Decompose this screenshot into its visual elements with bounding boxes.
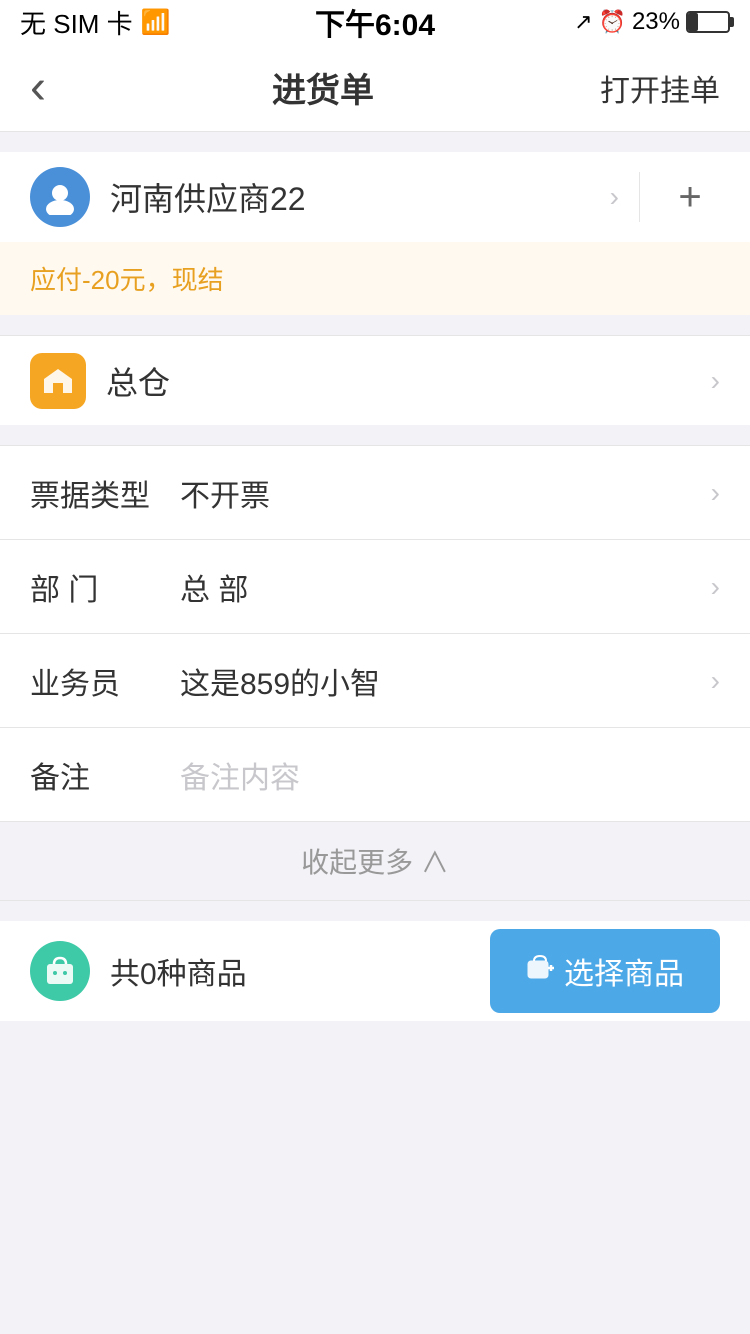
remark-input[interactable]: 备注内容 — [160, 753, 720, 797]
products-icon — [30, 941, 90, 1001]
form-section: 票据类型 不开票 › 部 门 总 部 › 业务员 这是859的小智 › 备注 备… — [0, 445, 750, 821]
status-time: 下午6:04 — [315, 0, 435, 44]
notice-bar: 应付-20元，现结 — [0, 242, 750, 315]
notice-text: 应付-20元，现结 — [30, 265, 224, 295]
warehouse-row[interactable]: 总仓 › — [0, 335, 750, 425]
supplier-chevron-icon: › — [610, 181, 619, 213]
department-label: 部 门 — [30, 565, 160, 609]
section-divider-2 — [0, 315, 750, 335]
alarm-icon: ⏰ — [599, 9, 626, 35]
remark-row[interactable]: 备注 备注内容 — [0, 727, 750, 821]
supplier-divider — [639, 172, 640, 222]
salesperson-chevron-icon: › — [711, 665, 720, 697]
invoice-type-label: 票据类型 — [30, 471, 160, 515]
battery-percent: 23% — [632, 8, 680, 36]
status-right: ↗ ⏰ 23% — [574, 8, 730, 36]
salesperson-label: 业务员 — [30, 659, 160, 703]
section-divider-3 — [0, 425, 750, 445]
invoice-type-value: 不开票 — [160, 471, 711, 515]
invoice-type-row[interactable]: 票据类型 不开票 › — [0, 445, 750, 539]
products-bar: 共0种商品 选择商品 — [0, 921, 750, 1021]
section-divider-1 — [0, 132, 750, 152]
department-chevron-icon: › — [711, 571, 720, 603]
collapse-button[interactable]: 收起更多 ∧ — [0, 821, 750, 901]
salesperson-value: 这是859的小智 — [160, 659, 711, 703]
products-count: 共0种商品 — [110, 949, 490, 993]
status-carrier: 无 SIM 卡 📶 — [20, 4, 171, 41]
battery-icon — [686, 11, 730, 33]
collapse-label: 收起更多 ∧ — [301, 841, 449, 881]
invoice-type-chevron-icon: › — [711, 477, 720, 509]
select-products-button[interactable]: 选择商品 — [490, 929, 720, 1013]
warehouse-name: 总仓 — [106, 358, 701, 404]
page-title: 进货单 — [272, 63, 374, 112]
warehouse-icon — [30, 353, 86, 409]
warehouse-chevron-icon: › — [711, 365, 720, 397]
bottom-area — [0, 1021, 750, 1321]
open-pending-button[interactable]: 打开挂单 — [600, 66, 720, 110]
add-supplier-button[interactable]: + — [660, 167, 720, 227]
back-button[interactable]: ‹ — [30, 60, 46, 115]
select-products-label: 选择商品 — [564, 949, 684, 993]
supplier-row[interactable]: 河南供应商22 › + — [0, 152, 750, 242]
salesperson-row[interactable]: 业务员 这是859的小智 › — [0, 633, 750, 727]
department-row[interactable]: 部 门 总 部 › — [0, 539, 750, 633]
location-icon: ↗ — [574, 9, 592, 35]
wifi-icon: 📶 — [141, 8, 171, 37]
select-btn-icon — [526, 954, 554, 989]
status-bar: 无 SIM 卡 📶 下午6:04 ↗ ⏰ 23% — [0, 0, 750, 44]
remark-label: 备注 — [30, 753, 160, 797]
supplier-section: 河南供应商22 › + — [0, 152, 750, 242]
department-value: 总 部 — [160, 565, 711, 609]
nav-bar: ‹ 进货单 打开挂单 — [0, 44, 750, 132]
supplier-name: 河南供应商22 — [110, 174, 600, 220]
supplier-avatar — [30, 167, 90, 227]
